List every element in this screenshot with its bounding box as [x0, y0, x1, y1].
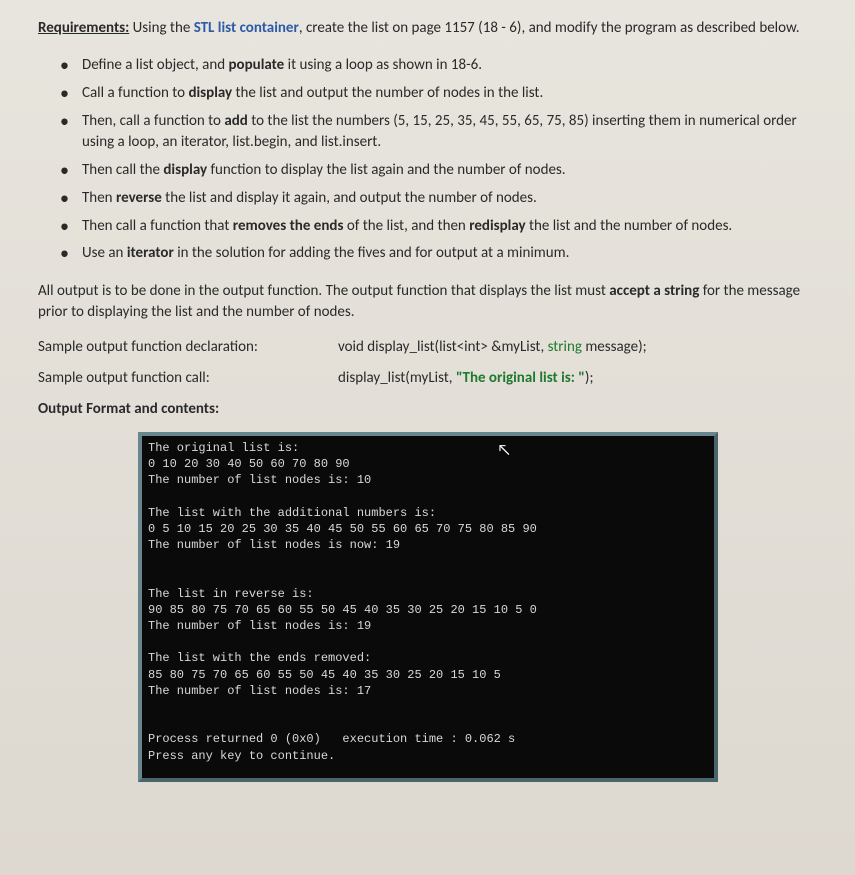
requirements-label: Requirements: [38, 19, 129, 37]
bullet-item: Then call the display function to displa… [60, 160, 817, 182]
req-intro-post: , create the list on page 1157 (18 - 6),… [299, 19, 800, 37]
console-output: The original list is: 0 10 20 30 40 50 6… [148, 440, 708, 764]
console-block: The list in reverse is: 90 85 80 75 70 6… [148, 587, 537, 633]
console-block: The original list is: 0 10 20 30 40 50 6… [148, 441, 371, 487]
all-output-paragraph: All output is to be done in the output f… [38, 281, 817, 323]
bullet-item: Then call a function that removes the en… [60, 216, 817, 238]
console-block: The list with the ends removed: 85 80 75… [148, 651, 501, 697]
console-window: ↖ The original list is: 0 10 20 30 40 50… [138, 432, 718, 782]
document-page: Requirements: Using the STL list contain… [0, 0, 855, 875]
sample-call-value: display_list(myList, "The original list … [338, 368, 817, 389]
bullet-item: Call a function to display the list and … [60, 83, 817, 105]
sample-decl-value: void display_list(list<int> &myList, str… [338, 337, 817, 358]
sample-declaration-row: Sample output function declaration: void… [38, 337, 817, 358]
req-intro-pre: Using the [129, 19, 193, 37]
bullet-item: Use an iterator in the solution for addi… [60, 243, 817, 265]
console-block: The list with the additional numbers is:… [148, 506, 537, 552]
stl-container-text: STL list container [194, 19, 299, 37]
sample-call-row: Sample output function call: display_lis… [38, 368, 817, 389]
requirements-line: Requirements: Using the STL list contain… [38, 18, 817, 39]
console-block: Process returned 0 (0x0) execution time … [148, 732, 515, 762]
sample-call-label: Sample output function call: [38, 368, 338, 389]
requirements-bullets: Define a list object, and populate it us… [60, 55, 817, 265]
bullet-item: Then, call a function to add to the list… [60, 111, 817, 155]
output-heading: Output Format and contents: [38, 399, 817, 420]
bullet-item: Then reverse the list and display it aga… [60, 188, 817, 210]
bullet-item: Define a list object, and populate it us… [60, 55, 817, 77]
sample-decl-label: Sample output function declaration: [38, 337, 338, 358]
